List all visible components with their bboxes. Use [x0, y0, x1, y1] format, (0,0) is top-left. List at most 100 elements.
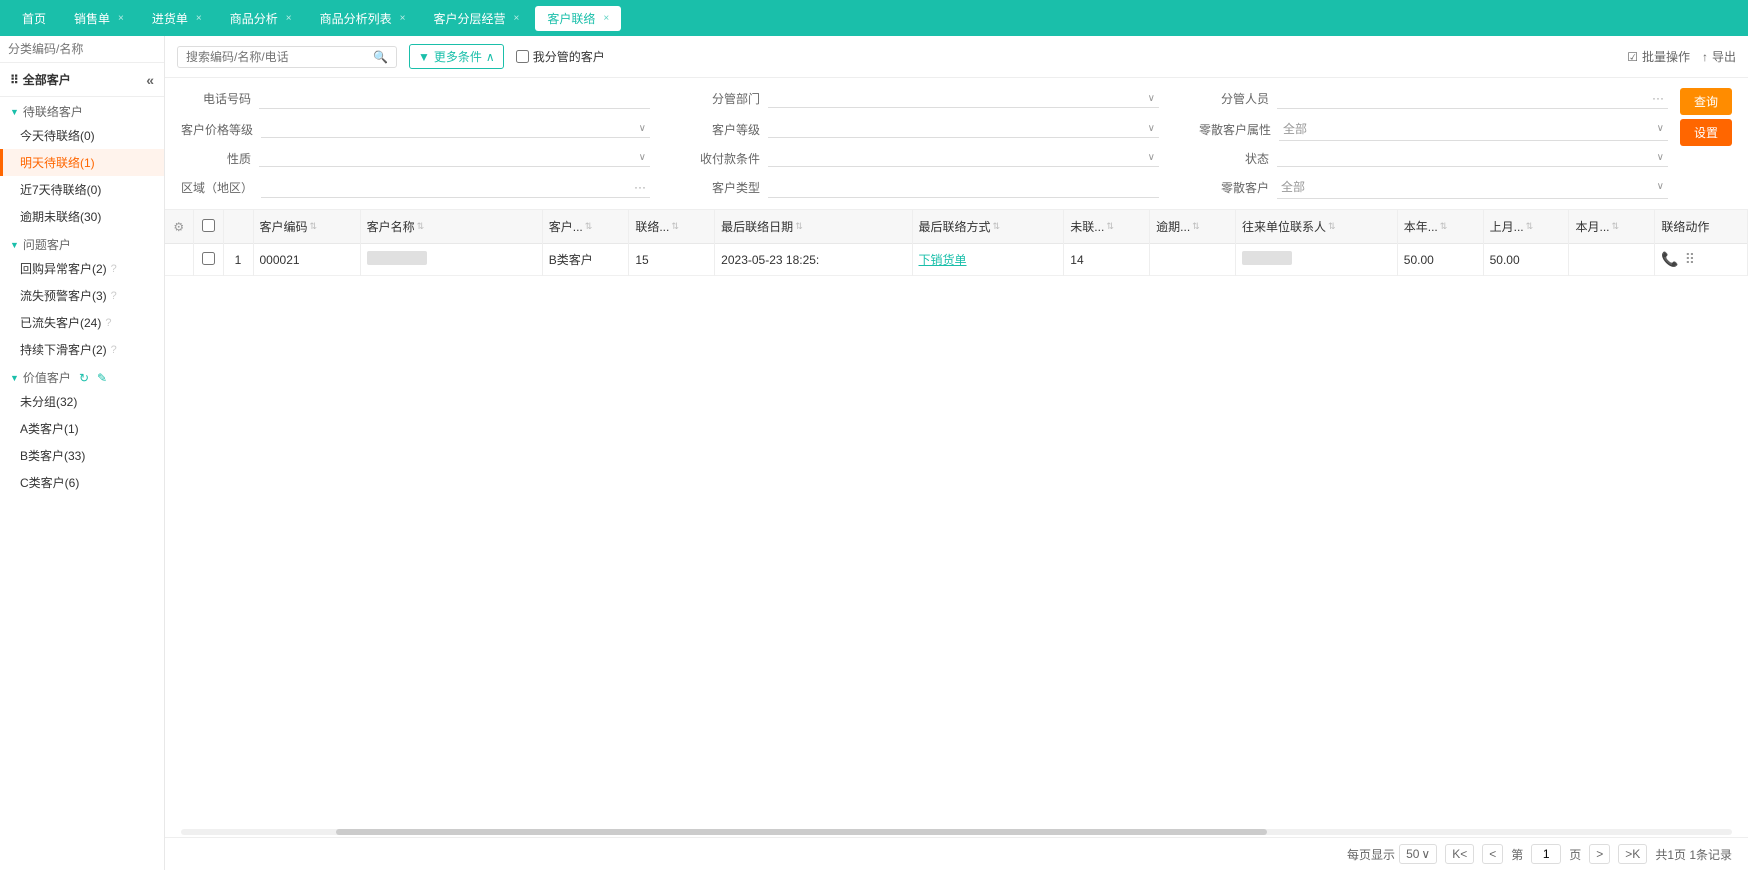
row-action-grid-icon[interactable]: ⠿	[1685, 251, 1695, 268]
close-sales-icon[interactable]: ×	[118, 13, 124, 24]
search-input-wrapper: 🔍	[177, 46, 397, 68]
filter-nature-select[interactable]: ∨	[259, 149, 650, 167]
first-page-button[interactable]: K<	[1445, 844, 1474, 864]
sidebar-item-week7[interactable]: 近7天待联络(0)	[0, 176, 164, 203]
col-name[interactable]: 客户名称 ⇅	[360, 210, 542, 244]
help-icon-3[interactable]: ?	[105, 317, 111, 329]
close-contact-icon[interactable]: ×	[603, 13, 609, 24]
search-input[interactable]	[186, 50, 369, 64]
filter-customer-level-select[interactable]: ∨	[768, 120, 1159, 138]
close-seg-icon[interactable]: ×	[513, 13, 519, 24]
help-icon-1[interactable]: ?	[111, 263, 117, 275]
select-all-checkbox[interactable]	[202, 219, 215, 232]
close-analysis-list-icon[interactable]: ×	[400, 13, 406, 24]
my-customers-check-input[interactable]	[516, 50, 529, 63]
collapse-icon[interactable]: «	[146, 72, 154, 88]
batch-op-button[interactable]: ☑ 批量操作	[1627, 48, 1690, 65]
filter-manager-dots[interactable]: ···	[1277, 88, 1668, 109]
col-type[interactable]: 客户... ⇅	[542, 210, 629, 244]
nav-tab-sales[interactable]: 销售单 ×	[62, 6, 136, 31]
filter-price-level-select[interactable]: ∨	[261, 120, 650, 138]
sort-contacts-icon[interactable]: ⇅	[671, 221, 679, 232]
help-icon-2[interactable]: ?	[111, 290, 117, 302]
nav-tab-analysis[interactable]: 商品分析 ×	[218, 6, 304, 31]
export-button[interactable]: ↑ 导出	[1702, 48, 1736, 65]
sort-unit-contact-icon[interactable]: ⇅	[1328, 221, 1336, 232]
sidebar-item-class-a[interactable]: A类客户(1)	[0, 415, 164, 442]
help-icon-4[interactable]: ?	[111, 344, 117, 356]
sidebar-item-class-c[interactable]: C类客户(6)	[0, 469, 164, 496]
nav-tab-purchase[interactable]: 进货单 ×	[140, 6, 214, 31]
sort-year-icon[interactable]: ⇅	[1440, 221, 1448, 232]
sort-last-month-icon[interactable]: ⇅	[1526, 221, 1534, 232]
sidebar-item-class-b[interactable]: B类客户(33)	[0, 442, 164, 469]
col-no-contact[interactable]: 未联... ⇅	[1064, 210, 1150, 244]
nav-tab-customer-contact[interactable]: 客户联络 ×	[535, 6, 621, 31]
col-last-date[interactable]: 最后联络日期 ⇅	[715, 210, 912, 244]
search-icon-main[interactable]: 🔍	[373, 50, 388, 64]
filter-status-select[interactable]: ∨	[1277, 149, 1668, 167]
col-this-month[interactable]: 本月... ⇅	[1569, 210, 1655, 244]
sidebar-all-customers[interactable]: ⠿ 全部客户 «	[0, 63, 164, 97]
query-button[interactable]: 查询	[1680, 88, 1732, 115]
sort-code-icon[interactable]: ⇅	[310, 221, 318, 232]
sidebar-item-today[interactable]: 今天待联络(0)	[0, 122, 164, 149]
row-checkbox[interactable]	[193, 244, 223, 276]
page-number-input[interactable]	[1531, 844, 1561, 864]
filter-payment-select[interactable]: ∨	[768, 149, 1159, 167]
close-purchase-icon[interactable]: ×	[196, 13, 202, 24]
sidebar-item-lost-risk[interactable]: 流失预警客户(3) ?	[0, 282, 164, 309]
last-page-button[interactable]: >K	[1618, 844, 1647, 864]
sort-no-contact-icon[interactable]: ⇅	[1106, 221, 1114, 232]
row-this-year: 50.00	[1397, 244, 1483, 276]
col-unit-contact[interactable]: 往来单位联系人 ⇅	[1236, 210, 1398, 244]
sidebar-item-lost[interactable]: 已流失客户(24) ?	[0, 309, 164, 336]
filter-retail-select[interactable]: 全部 ∨	[1277, 175, 1668, 199]
sidebar-search-input[interactable]	[8, 42, 163, 56]
col-code[interactable]: 客户编码 ⇅	[253, 210, 360, 244]
filter-phone-input[interactable]	[259, 88, 650, 109]
horizontal-scrollbar[interactable]	[165, 825, 1748, 837]
sort-type-icon[interactable]: ⇅	[585, 221, 593, 232]
my-customers-checkbox[interactable]: 我分管的客户	[516, 48, 605, 65]
col-contacts[interactable]: 联络... ⇅	[629, 210, 715, 244]
sidebar-search-area: 🔍	[0, 36, 164, 63]
sort-this-month-icon[interactable]: ⇅	[1612, 221, 1620, 232]
sort-name-icon[interactable]: ⇅	[417, 221, 425, 232]
sidebar-item-tomorrow[interactable]: 明天待联络(1)	[0, 149, 164, 176]
sidebar-item-repurchase-abnormal[interactable]: 回购异常客户(2) ?	[0, 255, 164, 282]
filter-region-dots[interactable]: ···	[261, 177, 650, 198]
col-contact-action[interactable]: 联络动作	[1655, 210, 1748, 244]
chevron-dept-icon: ∨	[1148, 93, 1155, 104]
filter-customer-type-input[interactable]	[768, 177, 1159, 198]
more-filter-button[interactable]: ▼ 更多条件 ∧	[409, 44, 504, 69]
sort-overdue-icon[interactable]: ⇅	[1192, 221, 1200, 232]
settings-button[interactable]: 设置	[1680, 119, 1732, 146]
col-overdue[interactable]: 逾期... ⇅	[1150, 210, 1236, 244]
col-last-method[interactable]: 最后联络方式 ⇅	[912, 210, 1064, 244]
prev-page-button[interactable]: <	[1482, 844, 1503, 864]
sidebar-item-overdue[interactable]: 逾期未联络(30)	[0, 203, 164, 230]
customer-table: ⚙ 客户编码 ⇅ 客户名称	[165, 210, 1748, 276]
nav-home[interactable]: 首页	[10, 6, 58, 31]
row-name[interactable]	[360, 244, 542, 276]
nav-tab-customer-seg[interactable]: 客户分层经营 ×	[421, 6, 531, 31]
row-last-method[interactable]: 下销货单	[912, 244, 1064, 276]
sidebar-item-unclassified[interactable]: 未分组(32)	[0, 388, 164, 415]
sort-date-icon[interactable]: ⇅	[795, 221, 803, 232]
col-this-year[interactable]: 本年... ⇅	[1397, 210, 1483, 244]
row-action-phone-icon[interactable]: 📞	[1661, 251, 1678, 268]
close-analysis-icon[interactable]: ×	[286, 13, 292, 24]
col-last-month[interactable]: 上月... ⇅	[1483, 210, 1569, 244]
filter-dept-select[interactable]: ∨	[768, 90, 1159, 108]
nav-tab-analysis-list[interactable]: 商品分析列表 ×	[308, 6, 418, 31]
next-page-button[interactable]: >	[1589, 844, 1610, 864]
col-gear[interactable]: ⚙	[165, 210, 193, 244]
filter-retail-attr-select[interactable]: 全部 ∨	[1279, 117, 1668, 141]
sort-method-icon[interactable]: ⇅	[993, 221, 1001, 232]
edit-icon[interactable]: ✎	[97, 371, 107, 385]
row-select-checkbox[interactable]	[202, 252, 215, 265]
sidebar-item-continue-drop[interactable]: 持续下滑客户(2) ?	[0, 336, 164, 363]
page-size-box[interactable]: 50 ∨	[1399, 844, 1437, 864]
refresh-icon[interactable]: ↻	[79, 371, 89, 385]
